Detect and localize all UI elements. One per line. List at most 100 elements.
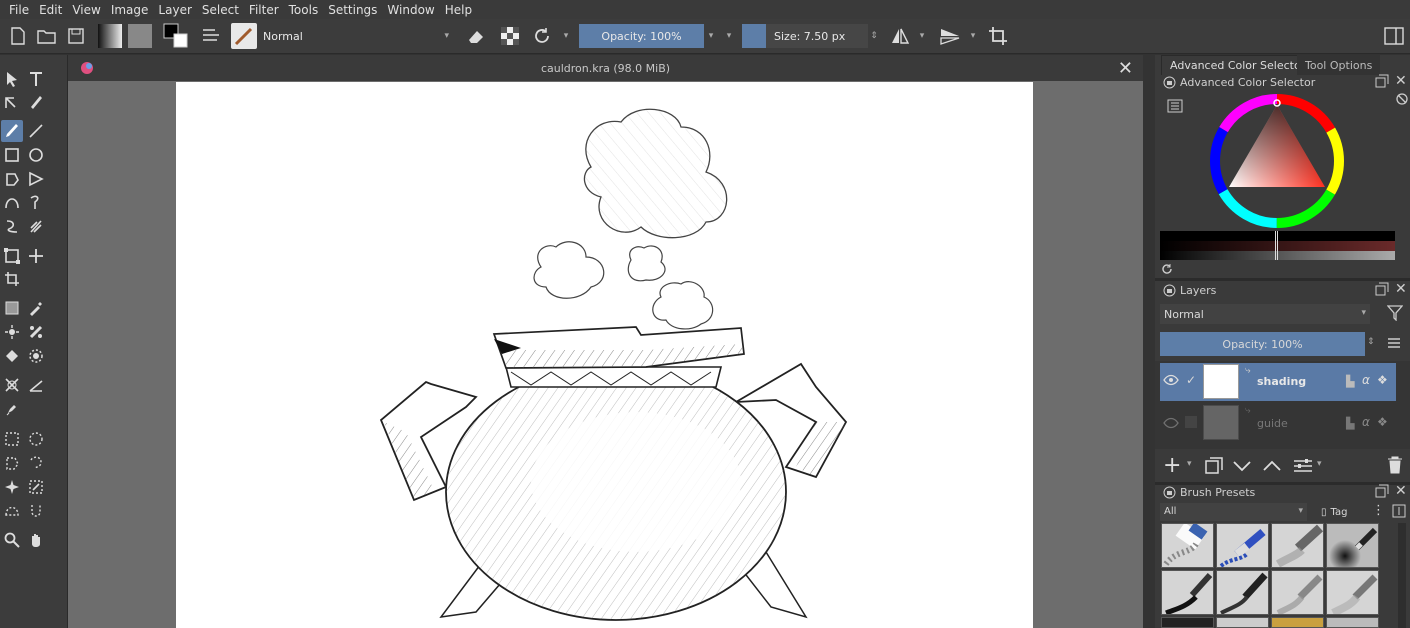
eraser-mode-icon[interactable] [464,25,488,47]
preserve-alpha-icon[interactable] [498,25,522,47]
foreground-background-color-icon[interactable] [162,22,190,50]
delete-layer-icon[interactable] [1387,456,1403,477]
brush-preset-row-partial[interactable] [1326,617,1379,628]
color-selector-settings-icon[interactable] [1167,99,1183,116]
float-panel-icon[interactable] [1375,282,1389,299]
lock-icon[interactable] [1163,486,1176,502]
brush-tag-button[interactable]: ▯ Tag [1321,503,1365,521]
brush-preset-inking[interactable] [1216,570,1269,615]
mirror-vertical-icon[interactable] [938,25,962,47]
float-panel-icon[interactable] [1375,484,1389,501]
alpha-lock-icon[interactable]: α [1362,373,1370,387]
eye-icon[interactable] [1163,374,1179,389]
opacity-slider[interactable]: Opacity: 100% [579,24,704,48]
blend-mode-select[interactable]: Normal ▾ [263,24,453,48]
freehand-brush-icon[interactable] [1,120,23,142]
dynamic-brush-icon[interactable] [1,215,23,237]
menu-help[interactable]: Help [440,3,477,17]
menu-layer[interactable]: Layer [153,3,196,17]
filter-icon[interactable] [1386,305,1404,324]
close-panel-icon[interactable]: ✕ [1395,73,1407,89]
layer-checkbox[interactable] [1185,416,1197,428]
checkmark-icon[interactable]: ✓ [1186,373,1196,387]
brush-preset-row-partial[interactable] [1161,617,1214,628]
menu-tools[interactable]: Tools [284,3,324,17]
pattern-preset-icon[interactable] [128,24,152,48]
layer-properties-icon[interactable] [1293,458,1313,477]
close-panel-icon[interactable]: ✕ [1395,483,1407,499]
multibrush-icon[interactable] [25,215,47,237]
inherit-alpha-icon[interactable]: ❖ [1377,373,1388,387]
line-tool-icon[interactable] [25,120,47,142]
color-picker-icon[interactable] [25,297,47,319]
canvas-vertical-scrollbar[interactable] [1143,55,1155,628]
move-layer-down-icon[interactable] [1233,460,1251,475]
brush-view-options-icon[interactable]: ⋮ [1372,503,1385,518]
contiguous-selection-icon[interactable] [1,476,23,498]
brush-preset-blender[interactable] [1271,570,1324,615]
brush-preset-ink[interactable] [1161,570,1214,615]
chevron-down-icon[interactable]: ▾ [560,25,572,47]
new-document-icon[interactable] [8,25,28,47]
opacity-spin-arrows-icon[interactable]: ⇕ [1367,337,1375,347]
menu-file[interactable]: File [4,3,34,17]
freehand-path-icon[interactable] [25,191,47,213]
bezier-tool-icon[interactable] [1,191,23,213]
inherit-alpha-icon[interactable]: ❖ [1377,415,1388,429]
move-layer-up-icon[interactable] [1263,460,1281,475]
brush-preset-thumbnail-icon[interactable] [231,23,257,49]
menu-edit[interactable]: Edit [34,3,67,17]
menu-select[interactable]: Select [197,3,244,17]
polygonal-selection-icon[interactable] [1,452,23,474]
lock-layer-icon[interactable]: ▙ [1346,375,1354,388]
slider-handle[interactable] [1275,231,1278,260]
close-document-icon[interactable]: ✕ [1118,58,1133,79]
edit-shapes-icon[interactable] [1,91,23,113]
save-icon[interactable] [66,25,86,47]
rectangle-tool-icon[interactable] [1,144,23,166]
brush-preset-row-partial[interactable] [1271,617,1324,628]
brush-preset-row-partial[interactable] [1216,617,1269,628]
size-slider-fill[interactable] [742,24,766,48]
fill-tool-icon[interactable] [1,345,23,367]
alpha-lock-icon[interactable]: α [1362,415,1370,429]
brush-presets-scrollbar[interactable] [1398,523,1406,628]
text-tool-icon[interactable] [25,68,47,90]
opacity-spin-arrows-icon[interactable]: ▾ [705,25,717,47]
float-panel-icon[interactable] [1375,74,1389,91]
layer-name-guide[interactable]: guide [1257,417,1288,430]
reference-images-icon[interactable] [1,398,23,420]
similar-color-selection-icon[interactable] [25,476,47,498]
open-document-icon[interactable] [36,25,58,47]
colorize-mask-icon[interactable] [1,321,23,343]
calligraphy-icon[interactable] [25,91,47,113]
brush-storage-icon[interactable] [1392,504,1406,521]
dock-layout-icon[interactable] [1382,25,1406,47]
no-color-icon[interactable] [1396,93,1408,108]
elliptical-selection-icon[interactable] [25,428,47,450]
tab-tool-options[interactable]: Tool Options [1297,55,1381,75]
select-shapes-icon[interactable] [1,68,23,90]
bezier-selection-icon[interactable] [1,500,23,522]
tab-advanced-color-selector[interactable]: Advanced Color Selector [1161,55,1315,75]
chevron-down-icon[interactable]: ▾ [1317,459,1322,469]
smart-patch-icon[interactable] [25,321,47,343]
mirror-horizontal-icon[interactable] [888,25,912,47]
ellipse-tool-icon[interactable] [25,144,47,166]
layer-menu-icon[interactable] [1387,337,1401,352]
layer-blend-mode-select[interactable]: Normal ▾ [1160,304,1370,324]
polygon-tool-icon[interactable] [1,168,23,190]
size-slider[interactable]: Size: 7.50 px [766,24,868,48]
brush-preset-airbrush[interactable] [1271,523,1324,568]
rectangular-selection-icon[interactable] [1,428,23,450]
drawing-canvas[interactable] [176,82,1033,628]
zoom-tool-icon[interactable] [1,529,23,551]
pan-tool-icon[interactable] [25,529,47,551]
gradient-tool-icon[interactable] [1,297,23,319]
duplicate-layer-icon[interactable] [1205,457,1223,478]
move-tool-icon[interactable] [25,245,47,267]
refresh-icon[interactable] [1161,263,1173,278]
lock-icon[interactable] [1163,76,1176,92]
crop-tool-icon[interactable] [1,268,23,290]
menu-view[interactable]: View [67,3,105,17]
